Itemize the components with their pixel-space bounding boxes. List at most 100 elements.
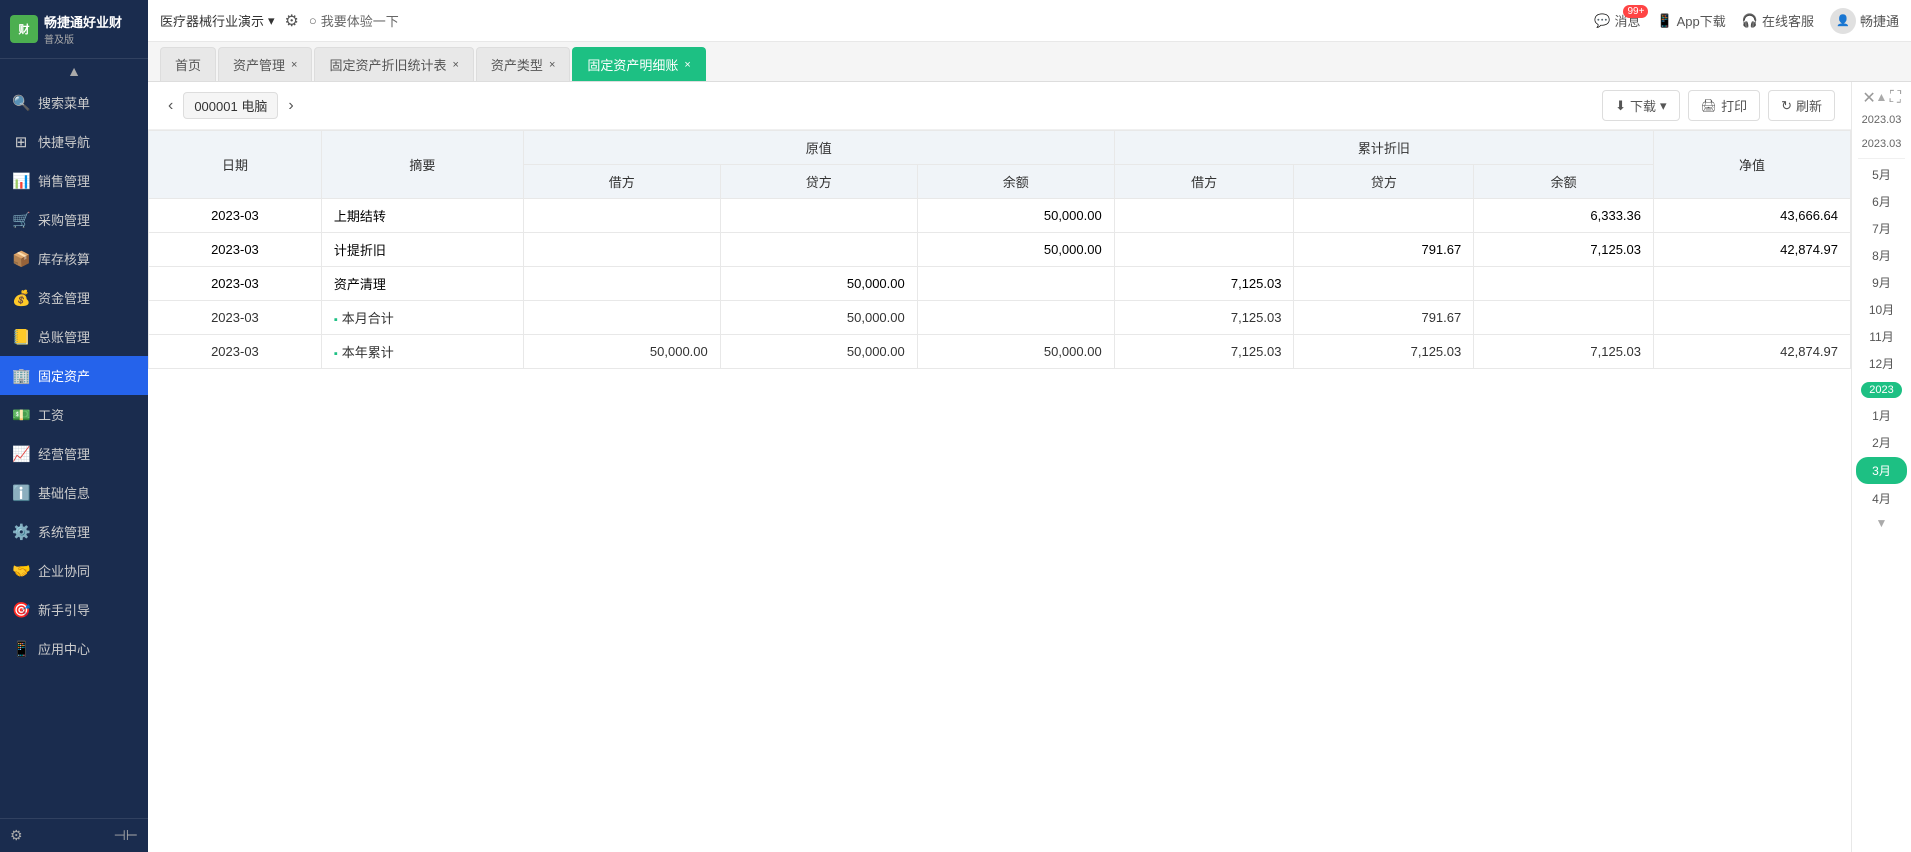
table-row: 2023-03 [149,233,322,267]
messages-btn[interactable]: 💬 消息 99+ [1594,11,1640,30]
th-orig-balance: 余额 [917,165,1114,199]
table-row: 50,000.00 [523,335,720,369]
tab-depreciation-stat[interactable]: 固定资产折旧统计表 × [314,47,473,81]
sidebar-item-ledger[interactable]: 📒 总账管理 [0,317,148,356]
search-icon: 🔍 [12,94,30,112]
sidebar-item-finance[interactable]: 💰 资金管理 [0,278,148,317]
table-row: 791.67 [1294,233,1474,267]
date-separator [1858,158,1905,159]
month-2[interactable]: 2月 [1852,429,1911,456]
month-5[interactable]: 5月 [1852,161,1911,188]
logo-sub: 普及版 [44,31,122,46]
close-asset-mgmt-icon[interactable]: × [291,59,297,71]
collapse-button[interactable]: ⊣⊢ [114,827,138,844]
table-row: 42,874.97 [1654,233,1851,267]
table-row [1654,267,1851,301]
finance-icon: 💰 [12,289,30,307]
table-row: 50,000.00 [917,233,1114,267]
month-8[interactable]: 8月 [1852,242,1911,269]
tab-home[interactable]: 首页 [160,47,216,81]
table-row [523,233,720,267]
month-1[interactable]: 1月 [1852,402,1911,429]
sidebar-search[interactable]: 🔍 搜索菜单 [0,83,148,122]
th-acc-credit: 贷方 [1294,165,1474,199]
print-button[interactable]: 🖨 打印 [1688,90,1761,121]
table-row: 7,125.03 [1114,335,1294,369]
expand-panel-button[interactable]: ⛶ [1884,86,1907,110]
asset-detail-table: 日期 摘要 原值 累计折旧 净值 借方 贷方 余额 借方 [148,130,1851,369]
table-row: 2023-03 [149,301,322,335]
table-row: 50,000.00 [720,301,917,335]
building-icon: 🏢 [12,367,30,385]
sidebar-item-sales[interactable]: 📊 销售管理 [0,161,148,200]
sidebar-item-basic-info[interactable]: ℹ️ 基础信息 [0,473,148,512]
month-4[interactable]: 4月 [1852,485,1911,512]
th-date: 日期 [149,131,322,199]
table-row [1474,301,1654,335]
prev-asset-button[interactable]: ‹ [164,95,177,117]
settings-topbar-button[interactable]: ⚙ [285,11,299,31]
table-row [523,267,720,301]
sidebar-item-salary[interactable]: 💵 工资 [0,395,148,434]
tab-asset-mgmt[interactable]: 资产管理 × [218,47,312,81]
logo-icon: 财 [10,15,38,43]
chart-icon: 📈 [12,445,30,463]
month-7[interactable]: 7月 [1852,215,1911,242]
sidebar-item-app-center[interactable]: 📱 应用中心 [0,629,148,668]
topbar-right: 💬 消息 99+ 📱 App下载 🎧 在线客服 👤 畅捷通 [1594,8,1899,34]
refresh-button[interactable]: ↻ 刷新 [1768,90,1835,121]
content-toolbar: ‹ 000001 电脑 › ⬇ 下载 ▾ 🖨 打印 [148,82,1851,130]
month-11[interactable]: 11月 [1852,323,1911,350]
settings-button[interactable]: ⚙ [10,827,23,844]
month-10[interactable]: 10月 [1852,296,1911,323]
next-asset-button[interactable]: › [284,95,297,117]
table-row: 7,125.03 [1474,233,1654,267]
inventory-icon: 📦 [12,250,30,268]
month-3-active[interactable]: 3月 [1856,457,1907,484]
month-9[interactable]: 9月 [1852,269,1911,296]
customer-service-btn[interactable]: 🎧 在线客服 [1742,11,1814,30]
date-panel: ▲ 2023.03 2023.03 5月 6月 7月 8月 9月 10月 11月… [1851,82,1911,852]
sidebar-scroll-up[interactable]: ▲ [0,59,148,83]
table-row: 50,000.00 [720,335,917,369]
table-row [720,199,917,233]
table-row [1474,267,1654,301]
chevron-down-icon: ▾ [1660,98,1667,114]
th-acc-debit: 借方 [1114,165,1294,199]
sidebar-item-inventory[interactable]: 📦 库存核算 [0,239,148,278]
app-icon: 📱 [12,640,30,658]
experience-btn[interactable]: ○ 我要体验一下 [309,11,399,30]
app-download-btn[interactable]: 📱 App下载 [1656,11,1725,30]
table-row [1654,301,1851,335]
th-orig-credit: 贷方 [720,165,917,199]
company-selector[interactable]: 医疗器械行业演示 ▾ [160,11,275,30]
sidebar-item-quick-nav[interactable]: ⊞ 快捷导航 [0,122,148,161]
table-row: ▪本年累计 [321,335,523,369]
table-row [1114,199,1294,233]
close-depreciation-icon[interactable]: × [452,59,458,71]
panel-down-arrow[interactable]: ▼ [1872,512,1892,534]
download-button[interactable]: ⬇ 下载 ▾ [1602,90,1679,121]
user-menu[interactable]: 👤 畅捷通 [1830,8,1899,34]
month-12[interactable]: 12月 [1852,350,1911,377]
tab-asset-detail[interactable]: 固定资产明细账 × [572,47,705,81]
sidebar: 财 畅捷通好业财 普及版 ▲ 🔍 搜索菜单 ⊞ 快捷导航 📊 销售管理 🛒 采购… [0,0,148,852]
th-summary: 摘要 [321,131,523,199]
table-row [1114,233,1294,267]
close-panel-button[interactable]: ✕ [1856,86,1881,110]
date-header-2[interactable]: 2023.03 [1852,132,1911,156]
table-row: 资产清理 [321,267,523,301]
close-asset-detail-icon[interactable]: × [684,59,690,71]
table-row: 7,125.03 [1474,335,1654,369]
tab-asset-type[interactable]: 资产类型 × [476,47,570,81]
sidebar-item-enterprise[interactable]: 🤝 企业协同 [0,551,148,590]
sidebar-item-purchase[interactable]: 🛒 采购管理 [0,200,148,239]
sidebar-item-guide[interactable]: 🎯 新手引导 [0,590,148,629]
table-row: 6,333.36 [1474,199,1654,233]
sidebar-item-fixed-assets[interactable]: 🏢 固定资产 [0,356,148,395]
month-6[interactable]: 6月 [1852,188,1911,215]
sidebar-item-operations[interactable]: 📈 经营管理 [0,434,148,473]
close-asset-type-icon[interactable]: × [549,59,555,71]
sidebar-item-system[interactable]: ⚙️ 系统管理 [0,512,148,551]
target-icon: 🎯 [12,601,30,619]
